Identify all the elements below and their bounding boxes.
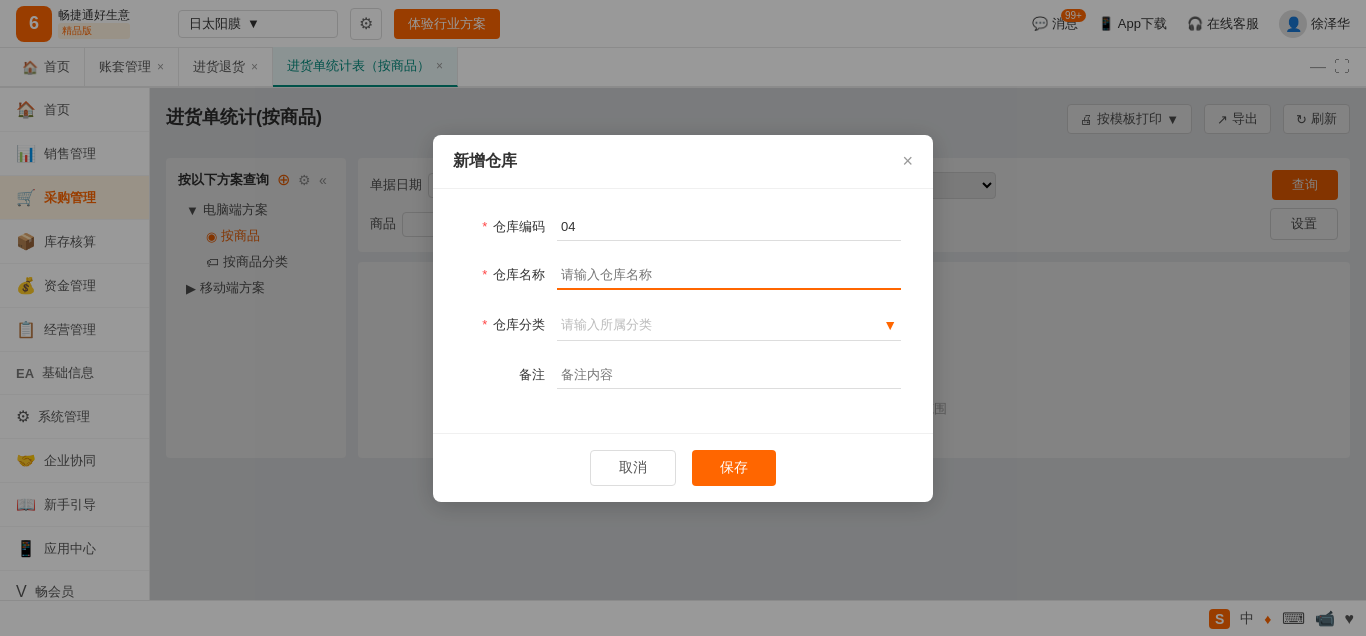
warehouse-name-input[interactable] bbox=[557, 261, 901, 290]
dialog-close-button[interactable]: × bbox=[902, 152, 913, 170]
name-label: * 仓库名称 bbox=[465, 266, 545, 284]
warehouse-code-input[interactable] bbox=[557, 213, 901, 241]
form-row-name: * 仓库名称 bbox=[465, 261, 901, 290]
dialog: 新增仓库 × * 仓库编码 * 仓库名称 bbox=[433, 135, 933, 502]
required-star: * bbox=[482, 267, 487, 282]
form-row-remark: 备注 bbox=[465, 361, 901, 389]
form-row-category: * 仓库分类 请输入所属分类 ▼ bbox=[465, 310, 901, 341]
dialog-footer: 取消 保存 bbox=[433, 433, 933, 502]
dialog-body: * 仓库编码 * 仓库名称 * 仓库分类 请输入所属 bbox=[433, 189, 933, 433]
save-button[interactable]: 保存 bbox=[692, 450, 776, 486]
category-select[interactable]: 请输入所属分类 ▼ bbox=[557, 310, 901, 341]
code-label: * 仓库编码 bbox=[465, 218, 545, 236]
category-placeholder: 请输入所属分类 bbox=[561, 316, 883, 334]
required-star: * bbox=[482, 219, 487, 234]
modal-overlay: 新增仓库 × * 仓库编码 * 仓库名称 bbox=[0, 0, 1366, 636]
form-row-code: * 仓库编码 bbox=[465, 213, 901, 241]
required-star: * bbox=[482, 317, 487, 332]
remark-input[interactable] bbox=[557, 361, 901, 389]
select-arrow-icon: ▼ bbox=[883, 317, 897, 333]
dialog-title: 新增仓库 bbox=[453, 151, 517, 172]
category-label: * 仓库分类 bbox=[465, 316, 545, 334]
cancel-button[interactable]: 取消 bbox=[590, 450, 676, 486]
dialog-header: 新增仓库 × bbox=[433, 135, 933, 189]
remark-label: 备注 bbox=[465, 366, 545, 384]
